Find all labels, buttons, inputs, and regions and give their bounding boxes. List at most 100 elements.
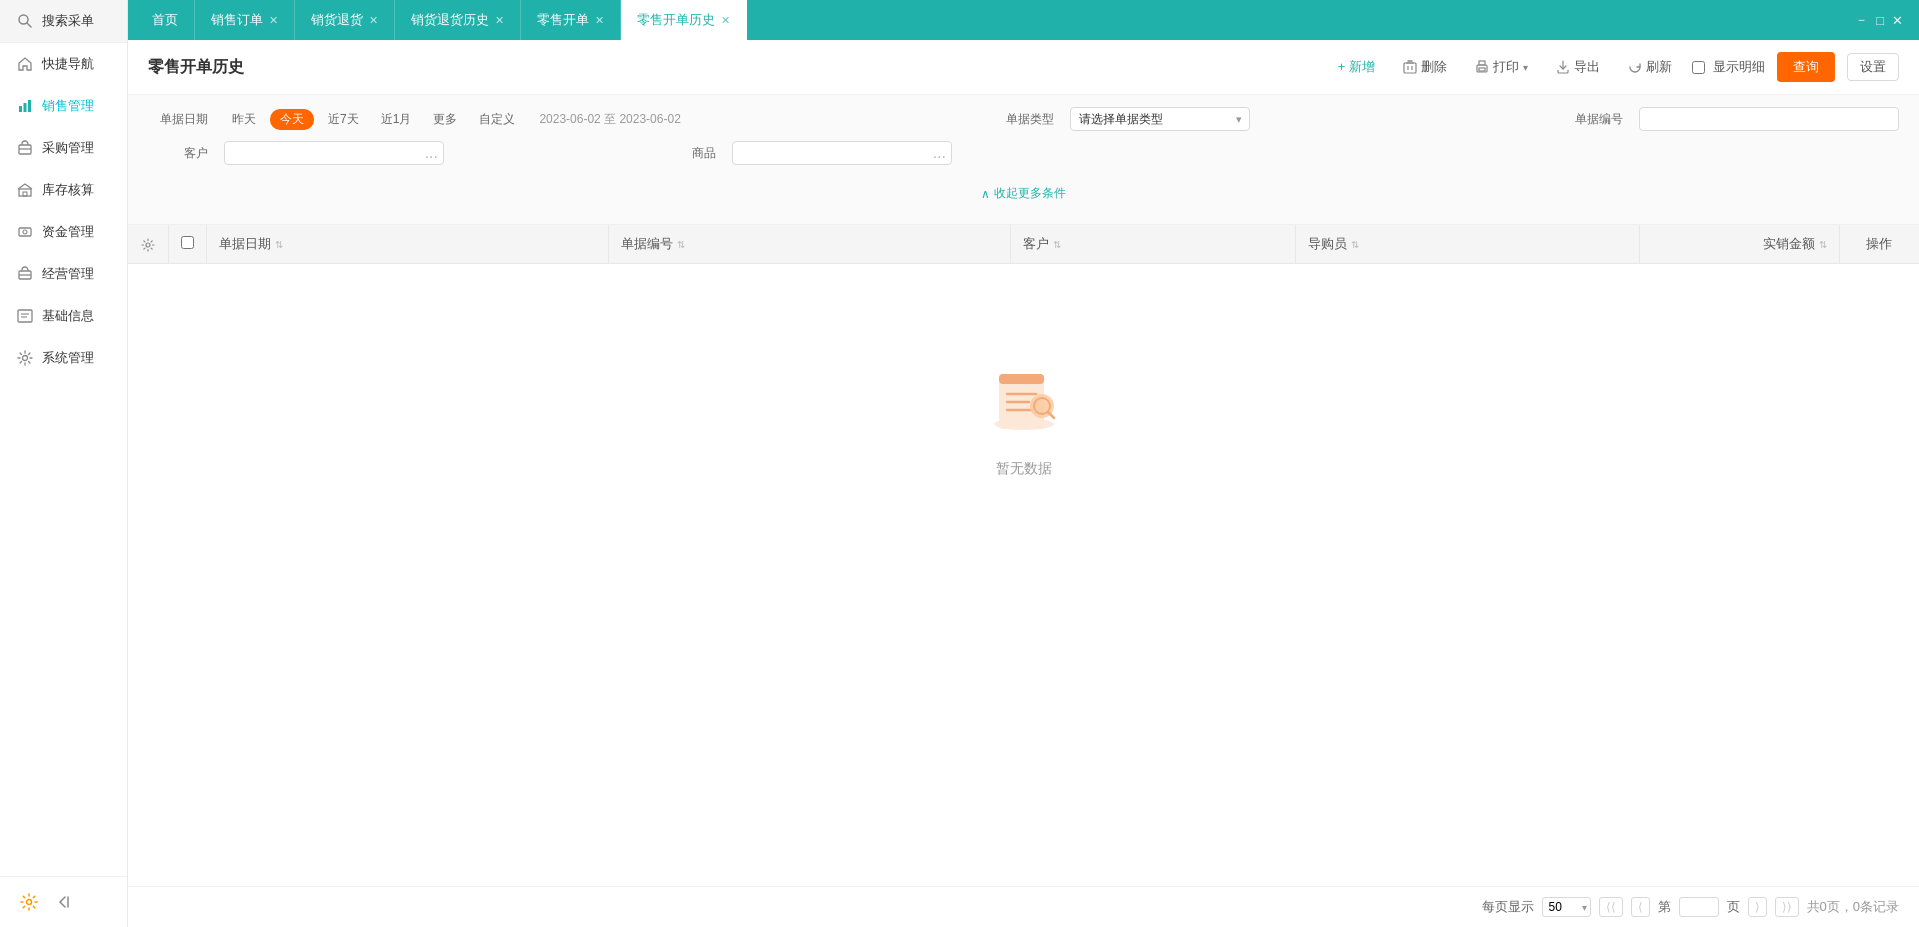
sidebar-item-operations[interactable]: 经营管理 [0,253,127,295]
pagination: 每页显示 50 10 20 100 ⟨⟨ ⟨ 第 1 页 ⟩ ⟩⟩ 共0页，0条… [128,886,1919,927]
th-action: 操作 [1839,225,1919,264]
svg-rect-19 [1404,63,1416,73]
date-btn-yesterday[interactable]: 昨天 [224,109,264,130]
sidebar-item-inventory[interactable]: 库存核算 [0,169,127,211]
number-sort-icon: ⇅ [677,239,685,250]
window-minimize[interactable]: － [1855,11,1868,29]
home-icon [16,55,34,73]
show-detail-label: 显示明细 [1713,58,1765,76]
customer-browse-btn[interactable]: ... [425,144,438,162]
number-input[interactable] [1639,107,1899,131]
th-checkbox[interactable] [168,225,206,264]
filter-collapse-row: ∧ 收起更多条件 [148,175,1899,212]
sidebar-item-sys-mgmt[interactable]: 系统管理 [0,337,127,379]
last-page-btn[interactable]: ⟩⟩ [1775,897,1799,917]
tab-sales-return[interactable]: 销货退货 ✕ [295,0,395,40]
content-area: 零售开单历史 + 新增 删除 打印 ▾ 导出 刷新 [128,40,1919,927]
sidebar-item-purchase-mgmt[interactable]: 采购管理 [0,127,127,169]
window-maximize[interactable]: □ [1876,13,1884,28]
th-date[interactable]: 单据日期 ⇅ [206,225,608,264]
type-filter-label: 单据类型 [994,111,1054,128]
refresh-button[interactable]: 刷新 [1620,54,1680,80]
goods-browse-btn[interactable]: ... [933,144,946,162]
sidebar-item-quick-nav[interactable]: 快捷导航 [0,43,127,85]
customer-filter-label: 客户 [148,145,208,162]
sidebar-item-label: 经营管理 [42,265,94,283]
tab-sales-order[interactable]: 销售订单 ✕ [195,0,295,40]
briefcase-icon [16,265,34,283]
date-options: 昨天 今天 近7天 近1月 更多 自定义 [224,109,523,130]
svg-rect-3 [24,103,27,112]
sidebar-item-sales-mgmt[interactable]: 销售管理 [0,85,127,127]
svg-rect-4 [28,100,31,112]
tab-retail-open-history[interactable]: 零售开单历史 ✕ [621,0,747,40]
show-detail-checkbox[interactable]: 显示明细 [1692,58,1765,76]
select-all-checkbox[interactable] [181,236,194,249]
page-label: 第 [1658,898,1671,916]
customer-input[interactable] [224,141,444,165]
date-btn-today[interactable]: 今天 [270,109,314,130]
show-detail-input[interactable] [1692,61,1705,74]
print-dropdown-icon[interactable]: ▾ [1523,62,1528,73]
next-page-btn[interactable]: ⟩ [1748,897,1767,917]
box-icon [16,139,34,157]
settings-filter-button[interactable]: 设置 [1847,53,1899,81]
info-icon [16,307,34,325]
goods-input[interactable] [732,141,952,165]
print-button[interactable]: 打印 ▾ [1467,54,1536,80]
svg-line-1 [27,23,31,27]
collapse-sidebar-btn[interactable] [50,889,76,915]
sidebar-search[interactable]: 搜索采单 [0,0,127,43]
sidebar-item-label: 采购管理 [42,139,94,157]
gear-icon [16,349,34,367]
date-btn-custom[interactable]: 自定义 [471,109,523,130]
tab-retail-open-history-label: 零售开单历史 [637,11,715,29]
empty-state: 暂无数据 [128,264,1919,558]
settings-footer-btn[interactable] [16,889,42,915]
date-btn-more[interactable]: 更多 [425,109,465,130]
page-title: 零售开单历史 [148,57,1330,78]
th-number[interactable]: 单据编号 ⇅ [608,225,1010,264]
sidebar-search-label: 搜索采单 [42,12,94,30]
warehouse-icon [16,181,34,199]
tab-retail-open[interactable]: 零售开单 ✕ [521,0,621,40]
delete-button[interactable]: 删除 [1395,54,1455,80]
add-button[interactable]: + 新增 [1330,54,1383,80]
prev-page-btn[interactable]: ⟨ [1631,897,1650,917]
svg-point-16 [23,356,28,361]
tab-sales-return-close[interactable]: ✕ [369,14,378,27]
tab-sales-order-close[interactable]: ✕ [269,14,278,27]
window-close[interactable]: ✕ [1892,13,1903,28]
date-filter-label: 单据日期 [148,111,208,128]
tab-sales-return-history-close[interactable]: ✕ [495,14,504,27]
page-number-input[interactable]: 1 [1679,897,1719,917]
sidebar-item-base-info[interactable]: 基础信息 [0,295,127,337]
page-unit: 页 [1727,898,1740,916]
customer-input-wrap: ... [224,141,444,165]
sidebar-item-label: 快捷导航 [42,55,94,73]
date-btn-last7[interactable]: 近7天 [320,109,367,130]
table-header-row: 单据日期 ⇅ 单据编号 ⇅ 客户 [128,225,1919,264]
date-btn-last1m[interactable]: 近1月 [373,109,420,130]
th-customer[interactable]: 客户 ⇅ [1011,225,1296,264]
per-page-label: 每页显示 [1482,898,1534,916]
query-button[interactable]: 查询 [1777,52,1835,82]
export-button[interactable]: 导出 [1548,54,1608,80]
collapse-filter-btn[interactable]: ∧ 收起更多条件 [981,181,1066,206]
tab-retail-open-close[interactable]: ✕ [595,14,604,27]
type-select[interactable]: 请选择单据类型 [1070,107,1250,131]
sidebar-item-label: 系统管理 [42,349,94,367]
tab-retail-open-history-close[interactable]: ✕ [721,14,730,27]
chevron-up-icon: ∧ [981,187,990,201]
per-page-select[interactable]: 50 10 20 100 [1542,897,1591,917]
th-salesperson[interactable]: 导购员 ⇅ [1295,225,1639,264]
first-page-btn[interactable]: ⟨⟨ [1599,897,1623,917]
th-amount-label: 实销金额 [1763,235,1815,253]
th-amount[interactable]: 实销金额 ⇅ [1639,225,1839,264]
sidebar-item-finance[interactable]: 资金管理 [0,211,127,253]
money-icon [16,223,34,241]
th-settings[interactable] [128,225,168,264]
tab-home[interactable]: 首页 [136,0,195,40]
th-date-label: 单据日期 [219,235,271,253]
tab-sales-return-history[interactable]: 销货退货历史 ✕ [395,0,521,40]
